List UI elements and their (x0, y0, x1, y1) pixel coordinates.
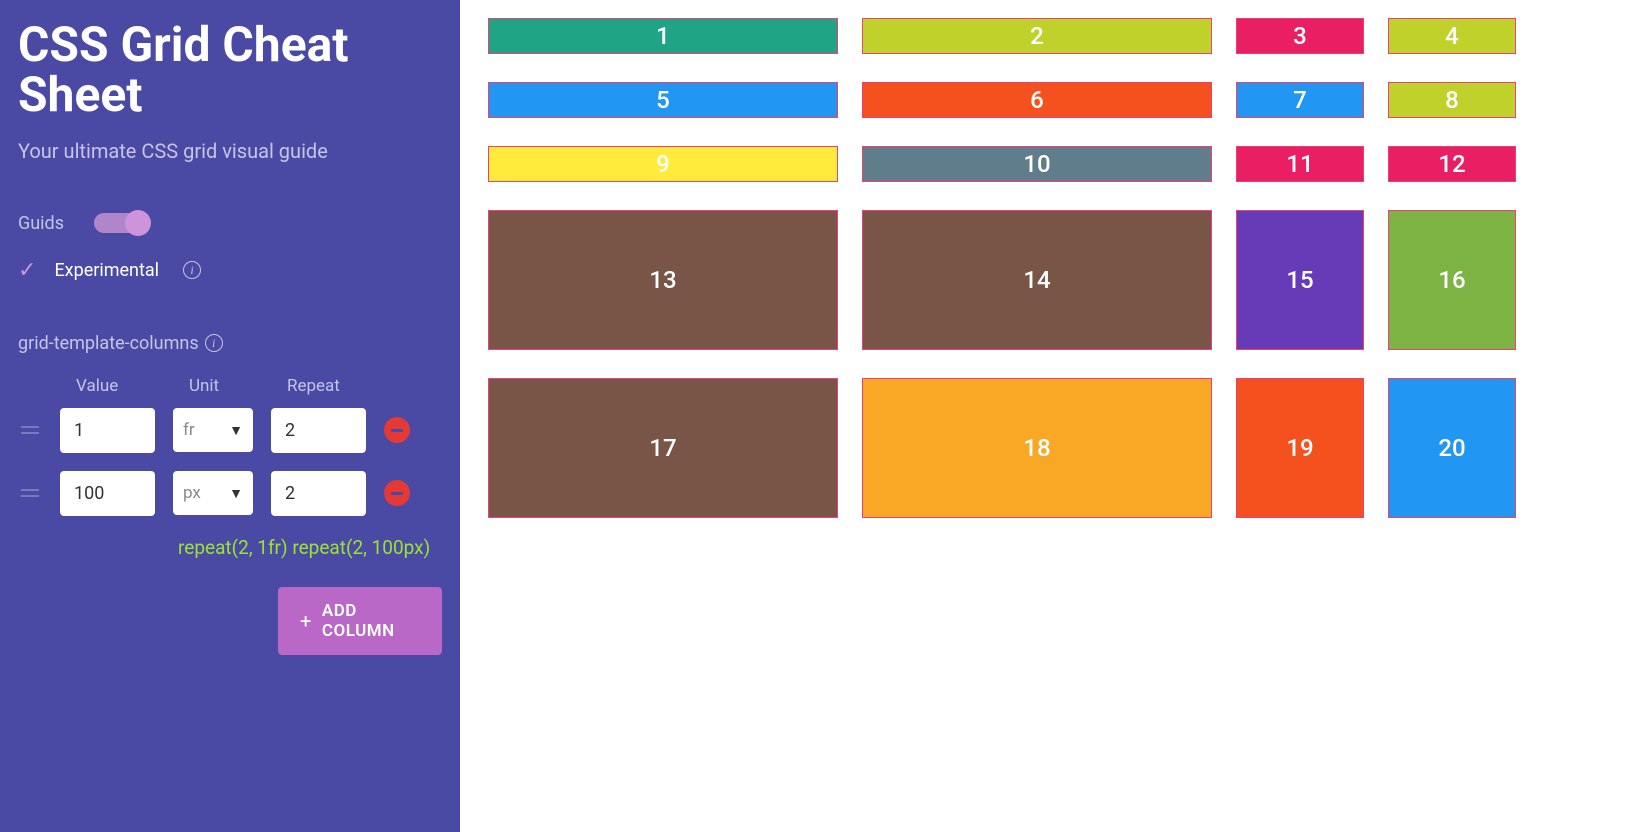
grid-cell: 2 (862, 18, 1212, 54)
grid-cell: 16 (1388, 210, 1516, 350)
column-headers: Value Unit Repeat (18, 376, 442, 396)
plus-icon: + (300, 609, 312, 633)
guids-toggle-row: Guids (18, 213, 442, 234)
header-unit: Unit (189, 376, 269, 396)
experimental-row[interactable]: ✓ Experimental i (18, 258, 442, 283)
grid-cell: 1 (488, 18, 838, 54)
page-subtitle: Your ultimate CSS grid visual guide (18, 139, 442, 163)
remove-button[interactable] (384, 480, 410, 506)
grid-cell: 4 (1388, 18, 1516, 54)
repeat-input[interactable]: 2 (271, 471, 366, 516)
experimental-label: Experimental (54, 260, 159, 281)
section-label: grid-template-columns i (18, 333, 442, 354)
chevron-down-icon: ▼ (229, 485, 243, 502)
grid-cell: 12 (1388, 146, 1516, 182)
remove-button[interactable] (384, 417, 410, 443)
info-icon[interactable]: i (183, 261, 201, 279)
value-input[interactable]: 1 (60, 408, 155, 453)
grid-cell: 7 (1236, 82, 1364, 118)
grid-cell: 20 (1388, 378, 1516, 518)
grid-cell: 5 (488, 82, 838, 118)
toggle-knob (125, 210, 151, 236)
grid-cell: 3 (1236, 18, 1364, 54)
header-value: Value (76, 376, 171, 396)
column-row: 100 px ▼ 2 (18, 471, 442, 516)
check-icon: ✓ (18, 258, 36, 283)
value-input[interactable]: 100 (60, 471, 155, 516)
column-row: 1 fr ▼ 2 (18, 408, 442, 453)
sidebar: CSS Grid Cheat Sheet Your ultimate CSS g… (0, 0, 460, 832)
page-title: CSS Grid Cheat Sheet (18, 20, 442, 121)
guids-label: Guids (18, 213, 64, 234)
grid-cell: 11 (1236, 146, 1364, 182)
grid-cell: 13 (488, 210, 838, 350)
drag-handle-icon[interactable] (18, 489, 42, 497)
grid-cell: 15 (1236, 210, 1364, 350)
grid-cell: 9 (488, 146, 838, 182)
add-column-button[interactable]: + ADD COLUMN (278, 587, 442, 655)
grid-cell: 8 (1388, 82, 1516, 118)
unit-select[interactable]: px ▼ (173, 471, 253, 515)
drag-handle-icon[interactable] (18, 426, 42, 434)
guids-toggle[interactable] (94, 213, 149, 233)
grid-cell: 18 (862, 378, 1212, 518)
repeat-input[interactable]: 2 (271, 408, 366, 453)
unit-select[interactable]: fr ▼ (173, 408, 253, 452)
grid-cell: 19 (1236, 378, 1364, 518)
grid-cell: 10 (862, 146, 1212, 182)
grid-cell: 14 (862, 210, 1212, 350)
info-icon[interactable]: i (205, 334, 223, 352)
result-output: repeat(2, 1fr) repeat(2, 100px) (18, 536, 442, 559)
grid-cell: 17 (488, 378, 838, 518)
chevron-down-icon: ▼ (229, 422, 243, 439)
header-repeat: Repeat (287, 376, 382, 396)
grid-preview: 1234567891011121314151617181920 (460, 0, 1630, 832)
grid-cell: 6 (862, 82, 1212, 118)
